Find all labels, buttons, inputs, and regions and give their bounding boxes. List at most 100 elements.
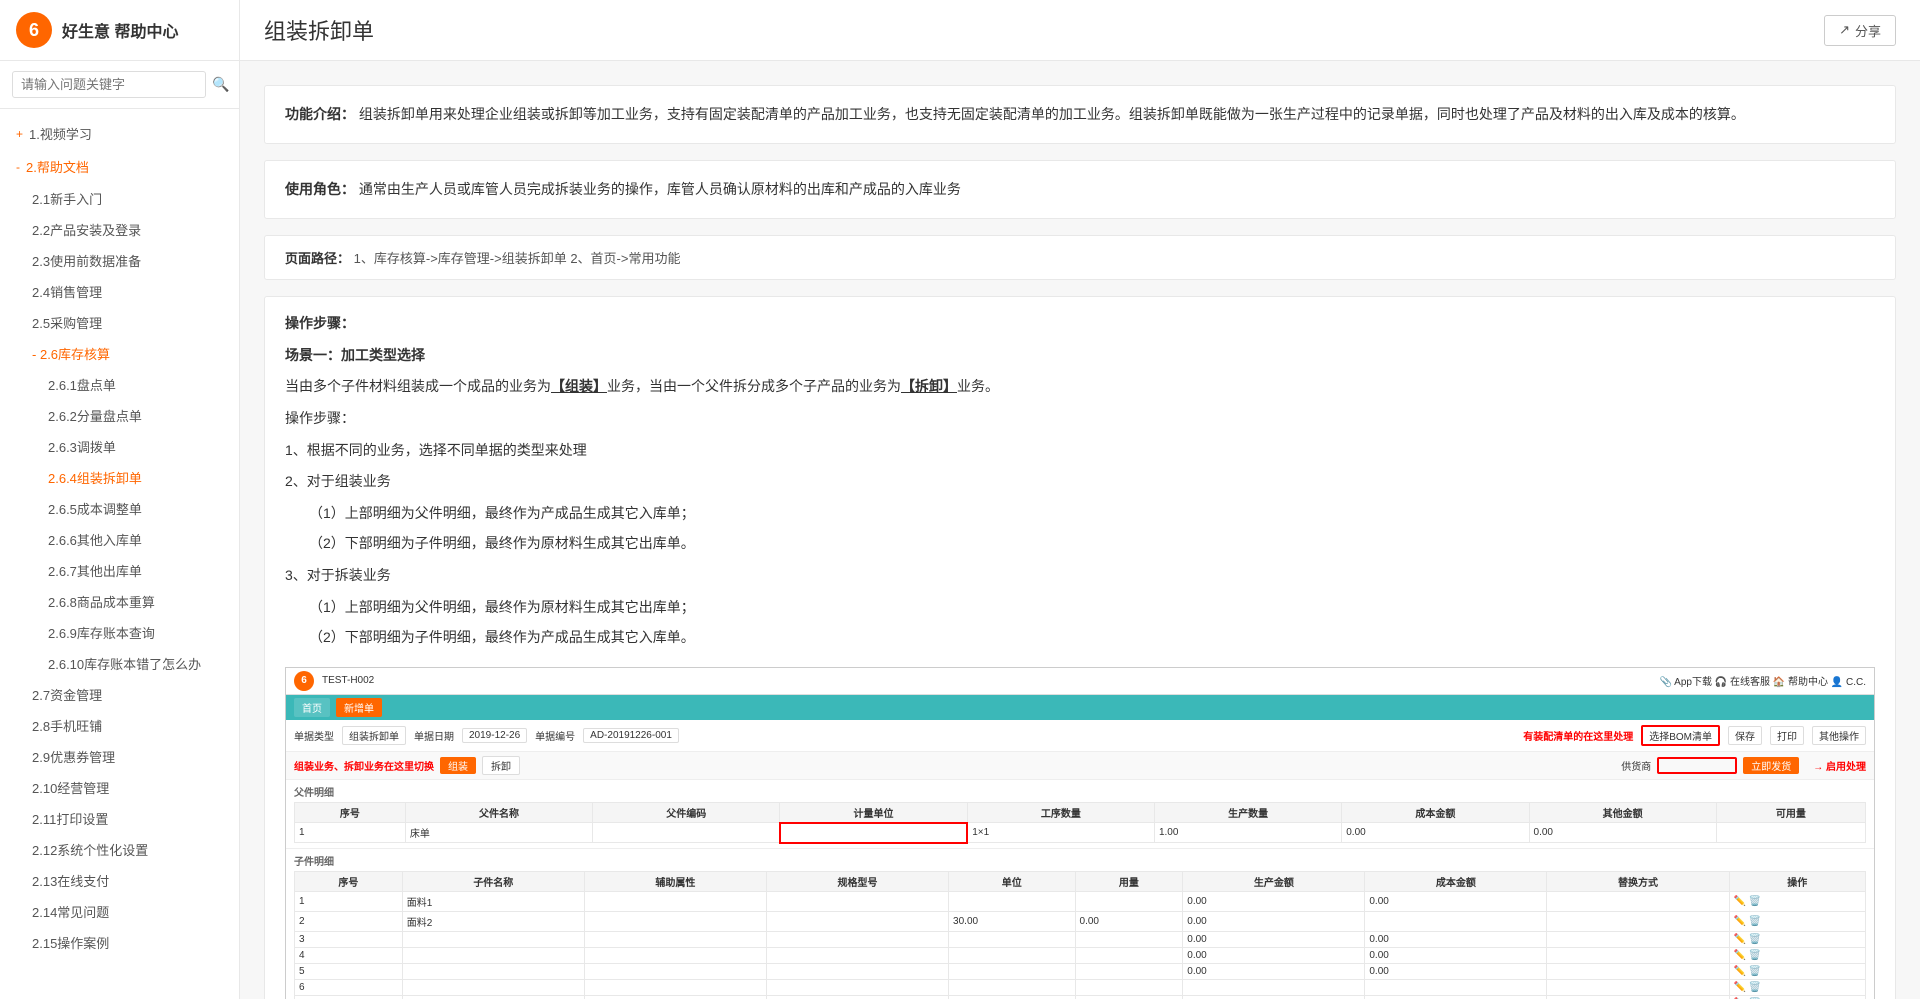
bom-button[interactable]: 选择BOM清单: [1641, 725, 1720, 746]
nav-subitem-2-6-2[interactable]: 2.6.2分量盘点单: [0, 400, 239, 431]
ltd-unit: 30.00: [949, 911, 1075, 931]
td-process-qty: 1×1: [967, 823, 1154, 843]
role-card: 使用角色： 通常由生产人员或库管人员完成拆装业务的操作，库管人员确认原材料的出库…: [264, 160, 1896, 219]
nav-subitem-2-1[interactable]: 2.1新手入门: [0, 183, 239, 214]
nav-subitem-2-10[interactable]: 2.10经营管理: [0, 772, 239, 803]
step-3: 3、对于拆装业务: [285, 562, 1875, 589]
lth-spec: 规格型号: [766, 871, 948, 891]
nav-subitem-2-5[interactable]: 2.5采购管理: [0, 307, 239, 338]
step-2-2: （2）下部明细为子件明细，最终作为原材料生成其它出库单。: [285, 530, 1875, 557]
table-row: 1 床单 1×1 1.00 0.00 0.00: [295, 823, 1866, 843]
field-no[interactable]: AD-20191226-001: [583, 728, 679, 743]
share-icon: ↗: [1839, 22, 1850, 38]
td-other: 0.00: [1529, 823, 1716, 843]
print-button[interactable]: 打印: [1770, 726, 1804, 745]
share-label: 分享: [1855, 21, 1881, 40]
nav-subitem-2-7[interactable]: 2.7资金管理: [0, 679, 239, 710]
nav-subitem-2-12[interactable]: 2.12系统个性化设置: [0, 834, 239, 865]
breadcrumb-card: 页面路径： 1、库存核算->库存管理->组装拆卸单 2、首页->常用功能: [264, 235, 1896, 280]
tab-disassemble[interactable]: 拆卸: [482, 756, 520, 775]
logo-icon: 6: [16, 12, 52, 48]
step-3-2: （2）下部明细为子件明细，最终作为产成品生成其它入库单。: [285, 624, 1875, 651]
th-cost: 成本金额: [1342, 802, 1529, 823]
nav-subitem-2-9[interactable]: 2.9优惠券管理: [0, 741, 239, 772]
lth-cost: 成本金额: [1365, 871, 1547, 891]
nav-item-docs[interactable]: - 2.帮助文档: [0, 150, 239, 183]
prefix-icon: -: [16, 160, 20, 174]
tab-assemble[interactable]: 组装: [440, 757, 476, 774]
nav-subitem-2-3[interactable]: 2.3使用前数据准备: [0, 245, 239, 276]
nav-subitem-2-6-9[interactable]: 2.6.9库存账本查询: [0, 617, 239, 648]
th-unit: 计量单位: [780, 802, 967, 823]
lth-prod-amt: 生产金额: [1183, 871, 1365, 891]
ltd-unit: [949, 891, 1075, 911]
ltd-name: 面料2: [402, 911, 584, 931]
field-label-date: 单据日期: [414, 728, 454, 743]
step-1: 1、根据不同的业务，选择不同单据的类型来处理: [285, 437, 1875, 464]
nav-subitem-2-11[interactable]: 2.11打印设置: [0, 803, 239, 834]
breadcrumb-label: 页面路径：: [285, 251, 350, 266]
confirm-button[interactable]: 立即发货: [1743, 757, 1799, 774]
th-parent-code: 父件编码: [593, 802, 780, 823]
nav-subitem-2-6-5[interactable]: 2.6.5成本调整单: [0, 493, 239, 524]
field-type[interactable]: 组装拆卸单: [342, 726, 406, 745]
nav-subitem-2-14[interactable]: 2.14常见问题: [0, 896, 239, 927]
td-prod-qty: 1.00: [1154, 823, 1341, 843]
steps-title: 操作步骤：: [285, 313, 1875, 333]
main-area: 组装拆卸单 ↗ 分享 功能介绍： 组装拆卸单用来处理企业组装或拆卸等加工业务，支…: [240, 0, 1920, 999]
mock-icons: 📎 App下载 🎧 在线客服 🏠 帮助中心 👤 C.C.: [1660, 673, 1867, 688]
mock-nav-home[interactable]: 首页: [294, 698, 330, 717]
mock-nav-new[interactable]: 新增单: [336, 698, 382, 717]
mock-subtab-bar: 组装业务、拆卸业务在这里切换 组装 拆卸 供货商 立即发货 → 启用处理: [286, 752, 1874, 780]
save-button[interactable]: 保存: [1728, 726, 1762, 745]
table-row: 6✏️ 🗑️: [295, 979, 1866, 995]
table-row: 30.000.00✏️ 🗑️: [295, 931, 1866, 947]
th-process-qty: 工序数量: [967, 802, 1154, 823]
lth-seq: 序号: [295, 871, 403, 891]
ltd-seq: 3: [295, 931, 403, 947]
field-date[interactable]: 2019-12-26: [462, 728, 527, 743]
share-button[interactable]: ↗ 分享: [1824, 15, 1896, 46]
mock-app-id: TEST-H002: [322, 675, 374, 686]
other-button[interactable]: 其他操作: [1812, 726, 1866, 745]
nav-subitem-2-4[interactable]: 2.4销售管理: [0, 276, 239, 307]
nav-subitem-2-6-3[interactable]: 2.6.3调拨单: [0, 431, 239, 462]
prefix-icon: +: [16, 127, 23, 141]
field-label-type: 单据类型: [294, 728, 334, 743]
ltd-seq: 7: [295, 995, 403, 999]
th-parent-name: 父件名称: [405, 802, 592, 823]
ltd-seq: 1: [295, 891, 403, 911]
ltd-replace: [1547, 911, 1729, 931]
nav-subitem-2-13[interactable]: 2.13在线支付: [0, 865, 239, 896]
nav-subitem-2-6-10[interactable]: 2.6.10库存账本错了怎么办: [0, 648, 239, 679]
nav-subitem-2-6-8[interactable]: 2.6.8商品成本重算: [0, 586, 239, 617]
td-avail: [1716, 823, 1865, 843]
nav-subitem-2-6-7[interactable]: 2.6.7其他出库单: [0, 555, 239, 586]
supplier-field[interactable]: [1657, 757, 1737, 774]
scenario-title: 场景一：加工类型选择: [285, 345, 1875, 365]
nav-subitem-2-8[interactable]: 2.8手机旺铺: [0, 710, 239, 741]
nav-subitem-2-6-6[interactable]: 2.6.6其他入库单: [0, 524, 239, 555]
nav-subitem-2-2[interactable]: 2.2产品安装及登录: [0, 214, 239, 245]
search-button[interactable]: 🔍: [212, 76, 229, 93]
nav-subitem-2-15[interactable]: 2.15操作案例: [0, 927, 239, 958]
search-input[interactable]: [12, 71, 206, 98]
upper-table-label: 父件明细: [294, 784, 1866, 799]
nav-subitem-2-6-1[interactable]: 2.6.1盘点单: [0, 369, 239, 400]
table-row: 7✏️ 🗑️: [295, 995, 1866, 999]
nav-subitem-2-6-4[interactable]: 2.6.4组装拆卸单: [0, 462, 239, 493]
ltd-cost: [1365, 911, 1547, 931]
nav-subitem-2-6[interactable]: - 2.6库存核算: [0, 338, 239, 369]
ltd-seq: 4: [295, 947, 403, 963]
table-row: 40.000.00✏️ 🗑️: [295, 947, 1866, 963]
page-title: 组装拆卸单: [264, 14, 374, 46]
lower-table-label: 子件明细: [294, 853, 1866, 868]
nav-item-video[interactable]: + 1.视频学习: [0, 117, 239, 150]
table-row: 50.000.00✏️ 🗑️: [295, 963, 1866, 979]
td-parent-code: [593, 823, 780, 843]
ltd-seq: 2: [295, 911, 403, 931]
role-text: 通常由生产人员或库管人员完成拆装业务的操作，库管人员确认原材料的出库和产成品的入…: [359, 181, 961, 197]
field-label-no: 单据编号: [535, 728, 575, 743]
mock-logo: 6: [294, 671, 314, 691]
table-row: 1 面料1 0.00 0.00: [295, 891, 1866, 911]
